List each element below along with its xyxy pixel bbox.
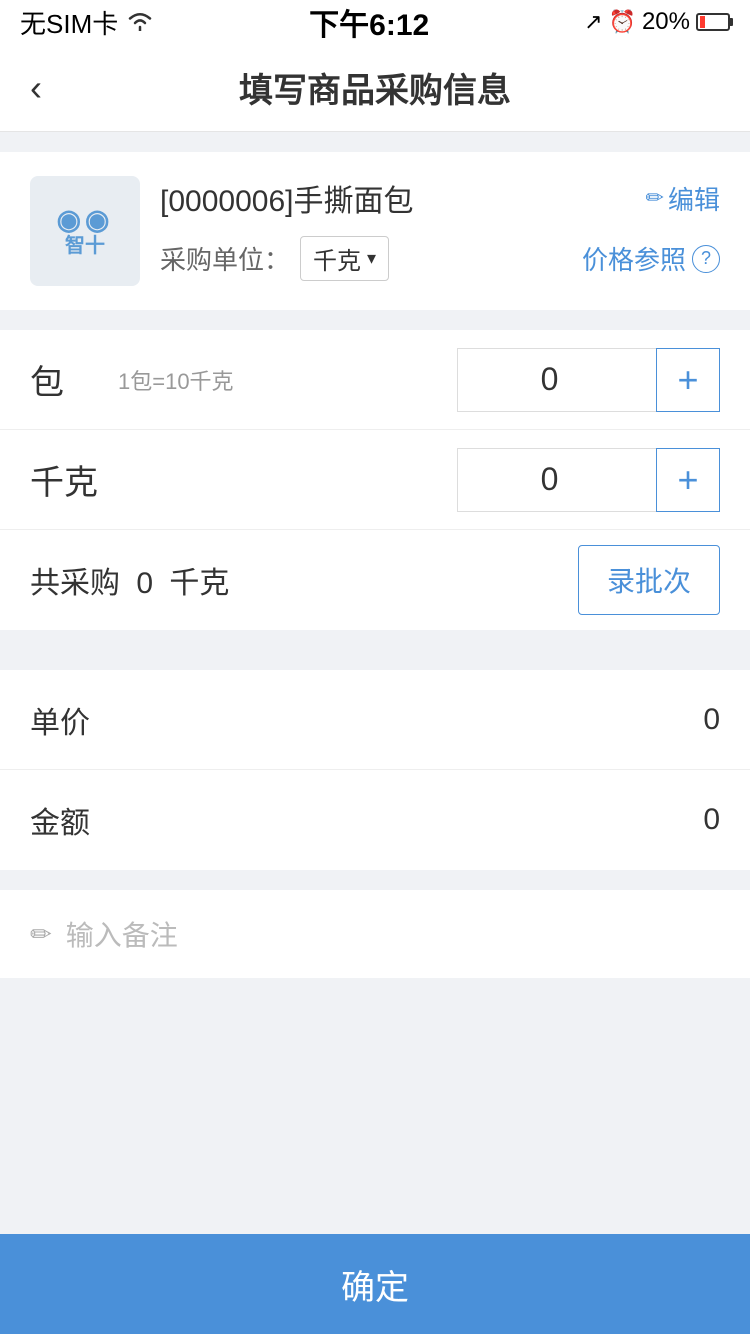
status-left: 无SIM卡 [20, 4, 154, 41]
product-name-row: [0000006]手撕面包 ✏ 编辑 [160, 176, 720, 220]
wifi-icon [126, 7, 154, 38]
status-right: ↗ ⏰ 20% [584, 8, 730, 36]
bag-input-row: 包 1包=10千克 + [0, 330, 750, 430]
page-title: 填写商品采购信息 [239, 63, 511, 112]
remark-placeholder: 输入备注 [66, 914, 178, 954]
price-ref-button[interactable]: 价格参照 ? [582, 240, 720, 277]
battery-percent: 20% [642, 8, 690, 36]
bag-plus-button[interactable]: + [656, 348, 720, 412]
amount-label: 金额 [30, 798, 90, 842]
amount-value: 0 [703, 803, 720, 837]
product-image: ◉◉ 智十 [30, 176, 140, 286]
alarm-icon: ⏰ [609, 9, 636, 35]
chevron-down-icon: ▾ [367, 248, 376, 269]
bag-input-control: + [457, 348, 720, 412]
price-section: 单价 0 金额 0 [0, 670, 750, 870]
kg-input-control: + [457, 448, 720, 512]
product-card: ◉◉ 智十 [0000006]手撕面包 ✏ 编辑 采购单位： 千克 ▾ 价格参照… [0, 152, 750, 310]
battery-icon [696, 13, 730, 31]
help-icon: ? [692, 245, 720, 273]
kg-plus-button[interactable]: + [656, 448, 720, 512]
pencil-icon: ✏ [30, 919, 52, 950]
location-icon: ↗ [584, 9, 602, 35]
confirm-button[interactable]: 确定 [0, 1234, 750, 1334]
divider-1 [0, 310, 750, 330]
kg-label: 千克 [30, 455, 110, 504]
kg-quantity-input[interactable] [457, 448, 657, 512]
unit-price-value: 0 [703, 703, 720, 737]
divider-2 [0, 630, 750, 650]
product-logo: ◉◉ 智十 [57, 206, 114, 256]
remark-section[interactable]: ✏ 输入备注 [0, 890, 750, 978]
record-batch-button[interactable]: 录批次 [578, 545, 720, 615]
unit-price-row: 单价 0 [0, 670, 750, 770]
edit-link[interactable]: ✏ 编辑 [646, 180, 720, 217]
product-info: [0000006]手撕面包 ✏ 编辑 采购单位： 千克 ▾ 价格参照 ? [160, 176, 720, 281]
purchase-unit-label: 采购单位： 千克 ▾ [160, 236, 389, 281]
product-full-name: [0000006]手撕面包 [160, 176, 413, 220]
unit-price-label: 单价 [30, 698, 90, 742]
bag-sublabel: 1包=10千克 [118, 364, 457, 396]
amount-row: 金额 0 [0, 770, 750, 870]
brand-text: 智十 [65, 236, 105, 256]
purchase-unit-row: 采购单位： 千克 ▾ 价格参照 ? [160, 236, 720, 281]
edit-icon: ✏ [646, 185, 664, 211]
unit-dropdown[interactable]: 千克 ▾ [300, 236, 389, 281]
quantity-section: 包 1包=10千克 + 千克 + 共采购 0 千克 录批次 [0, 330, 750, 630]
carrier-text: 无SIM卡 [20, 4, 118, 41]
owl-eyes-icon: ◉◉ [57, 206, 114, 234]
status-bar: 无SIM卡 下午6:12 ↗ ⏰ 20% [0, 0, 750, 44]
status-time: 下午6:12 [309, 0, 429, 44]
summary-text: 共采购 0 千克 [30, 558, 229, 602]
kg-input-row: 千克 + [0, 430, 750, 530]
back-button[interactable]: ‹ [20, 57, 52, 119]
nav-bar: ‹ 填写商品采购信息 [0, 44, 750, 132]
empty-space [0, 978, 750, 1238]
bag-label: 包 [30, 355, 110, 404]
summary-row: 共采购 0 千克 录批次 [0, 530, 750, 630]
bag-quantity-input[interactable] [457, 348, 657, 412]
